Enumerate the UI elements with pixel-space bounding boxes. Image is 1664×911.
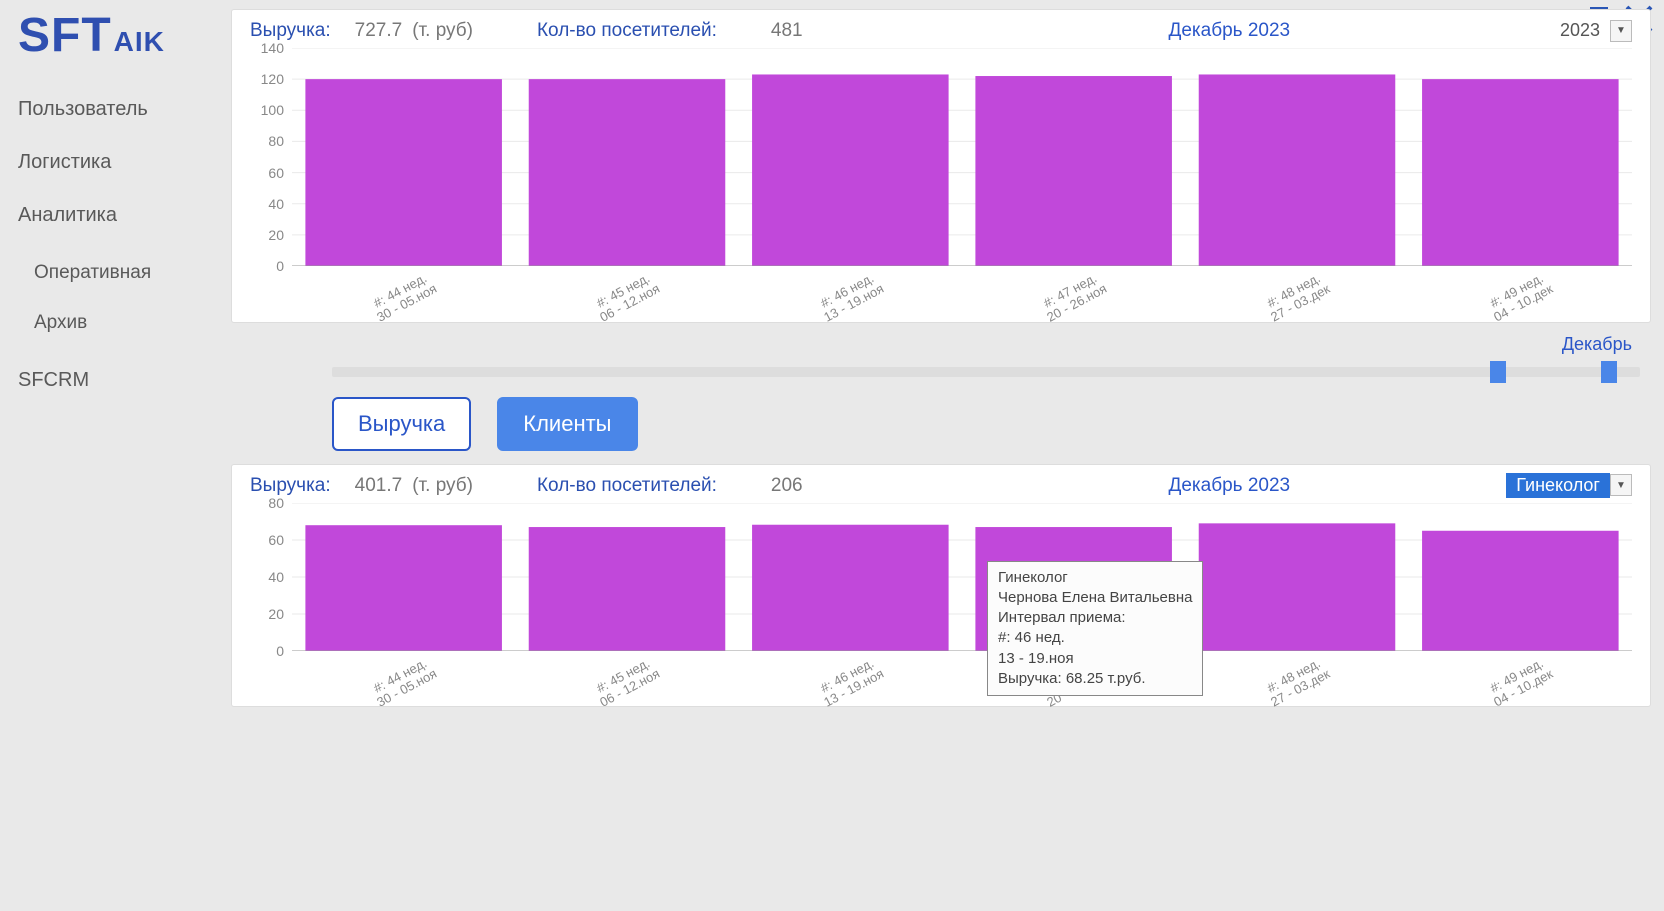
year-value: 2023 (1550, 18, 1610, 43)
chart-y-tick: 40 (268, 196, 284, 212)
logo-right: AIK (114, 26, 165, 58)
p2-rev-value: 401.7 (355, 475, 403, 497)
p1-rev-unit: (т. руб) (412, 20, 473, 42)
chart-x-category: #: 48 нед.27 - 03.дек (1185, 656, 1408, 697)
p1-rev-label: Выручка: (250, 20, 331, 42)
p2-rev-label: Выручка: (250, 475, 331, 497)
p1-vis-label: Кол-во посетителей: (537, 20, 717, 42)
sidebar-subitem-archive[interactable]: Архив (18, 298, 232, 348)
sidebar-subitem-operative[interactable]: Оперативная (18, 248, 232, 298)
p1-vis-value: 481 (771, 20, 803, 42)
range-handle-left[interactable] (1490, 361, 1506, 383)
chart-x-category: #: 49 нед.04 - 10.дек (1409, 656, 1632, 697)
chart-x-category: #: 44 нед.30 - 05.ноя (292, 271, 515, 312)
panel-specialist: Выручка: 401.7 (т. руб) Кол-во посетител… (232, 465, 1650, 707)
chart-y-tick: 20 (268, 227, 284, 243)
specialist-value: Гинеколог (1506, 473, 1610, 498)
tooltip-line: #: 46 нед. (998, 628, 1192, 648)
sidebar-item-logistics[interactable]: Логистика (18, 136, 232, 189)
chart-bar[interactable] (1422, 79, 1619, 266)
chevron-down-icon: ▼ (1610, 20, 1632, 42)
tooltip-line: Выручка: 68.25 т.руб. (998, 669, 1192, 689)
chart-y-tick: 20 (268, 606, 284, 622)
chart-x-category: #: 46 нед.13 - 19.ноя (739, 271, 962, 312)
chart-bar[interactable] (975, 76, 1172, 266)
tooltip-line: Интервал приема: (998, 608, 1192, 628)
revenue-button[interactable]: Выручка (332, 397, 471, 451)
p2-period: Декабрь 2023 (1168, 475, 1290, 497)
panel-overview: Выручка: 727.7 (т. руб) Кол-во посетител… (232, 10, 1650, 322)
chart-x-category: #: 47 нед.20 - 26.ноя (962, 271, 1185, 312)
range-slider[interactable] (332, 359, 1640, 383)
chart-x-category: #: 49 нед.04 - 10.дек (1409, 271, 1632, 312)
sidebar-item-user[interactable]: Пользователь (18, 83, 232, 136)
chart-y-tick: 60 (268, 532, 284, 548)
chart-x-category: #: 48 нед.27 - 03.дек (1185, 271, 1408, 312)
logo: SFT AIK (18, 8, 232, 63)
chart-tooltip: Гинеколог Чернова Елена Витальевна Интер… (987, 561, 1203, 697)
chart-bar[interactable] (529, 79, 726, 266)
between-bar: Декабрь (232, 334, 1650, 355)
chart-y-tick: 60 (268, 165, 284, 181)
tooltip-line: Чернова Елена Витальевна (998, 588, 1192, 608)
chart-bottom: 020406080 #: 44 нед.30 - 05.ноя#: 45 нед… (250, 503, 1632, 697)
p2-vis-value: 206 (771, 475, 803, 497)
chart-y-tick: 80 (268, 495, 284, 511)
chart-bar[interactable] (305, 79, 502, 266)
p2-rev-unit: (т. руб) (412, 475, 473, 497)
p1-rev-value: 727.7 (355, 20, 403, 42)
tooltip-line: Гинеколог (998, 568, 1192, 588)
chart-bar[interactable] (752, 524, 949, 650)
clients-button[interactable]: Клиенты (497, 397, 637, 451)
year-dropdown[interactable]: 2023 ▼ (1550, 18, 1632, 43)
chart-y-tick: 120 (261, 71, 284, 87)
chart-y-tick: 80 (268, 133, 284, 149)
range-track (332, 367, 1640, 377)
chart-x-category: #: 44 нед.30 - 05.ноя (292, 656, 515, 697)
chart-y-tick: 0 (276, 643, 284, 659)
chart-y-tick: 40 (268, 569, 284, 585)
sidebar-item-sfcrm[interactable]: SFCRM (18, 354, 232, 407)
metric-toggle: Выручка Клиенты (332, 397, 1658, 451)
tooltip-line: 13 - 19.ноя (998, 649, 1192, 669)
logo-left: SFT (18, 8, 112, 63)
chart-top: 020406080100120140 #: 44 нед.30 - 05.ноя… (250, 48, 1632, 312)
chart-bar[interactable] (305, 525, 502, 651)
chart-x-category: #: 45 нед.06 - 12.ноя (515, 656, 738, 697)
month-label: Декабрь (1562, 334, 1650, 355)
chart-y-tick: 0 (276, 258, 284, 274)
sidebar: SFT AIK Пользователь Логистика Аналитика… (0, 0, 232, 911)
specialist-dropdown[interactable]: Гинеколог ▼ (1506, 473, 1632, 498)
range-handle-right[interactable] (1601, 361, 1617, 383)
chart-y-tick: 140 (261, 40, 284, 56)
chart-bar[interactable] (529, 527, 726, 651)
chevron-down-icon: ▼ (1610, 474, 1632, 496)
chart-x-category: #: 46 нед.13 - 19.ноя (739, 656, 962, 697)
chart-bar[interactable] (1422, 530, 1619, 650)
chart-bar[interactable] (1199, 74, 1396, 266)
chart-bar[interactable] (752, 74, 949, 266)
chart-y-tick: 100 (261, 102, 284, 118)
p1-period: Декабрь 2023 (1168, 20, 1290, 42)
p2-vis-label: Кол-во посетителей: (537, 475, 717, 497)
chart-bar[interactable] (1199, 523, 1396, 651)
sidebar-item-analytics[interactable]: Аналитика (18, 189, 232, 242)
chart-x-category: #: 45 нед.06 - 12.ноя (515, 271, 738, 312)
